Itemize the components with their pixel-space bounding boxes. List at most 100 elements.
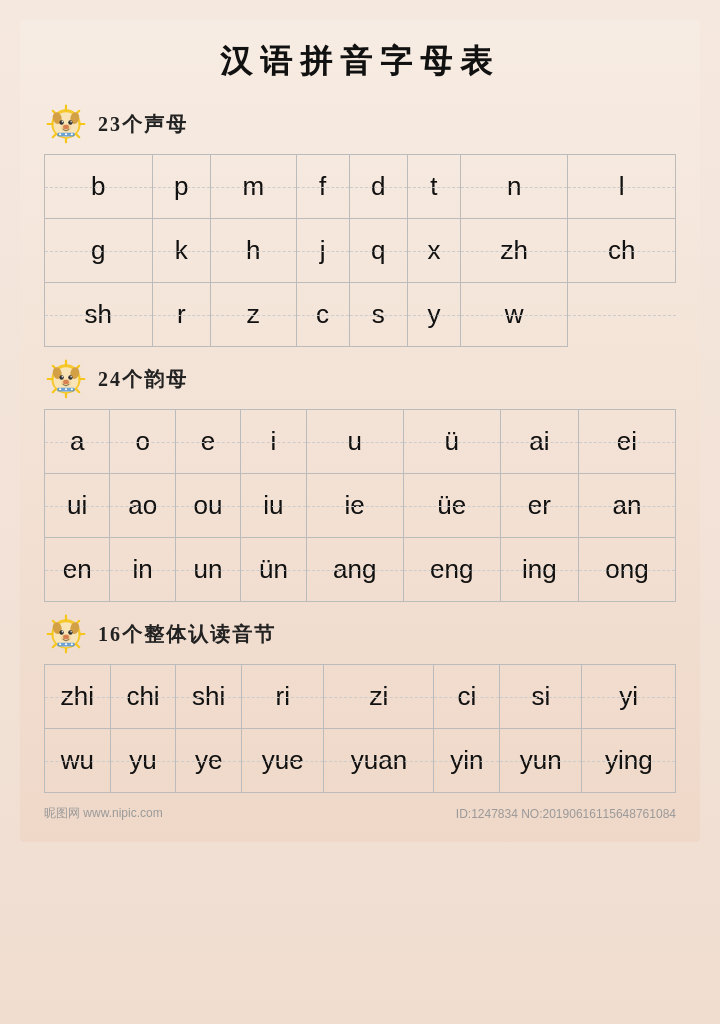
- watermark-left: 昵图网 www.nipic.com: [44, 805, 163, 822]
- svg-point-34: [59, 375, 63, 379]
- watermark-right: ID:1247834 NO:20190616115648761084: [456, 807, 676, 821]
- table-cell: s: [349, 283, 407, 347]
- table-cell: er: [500, 474, 578, 538]
- section-header-zhengti: 16个整体认读音节: [44, 612, 676, 656]
- table-row: eninunünangengingong: [45, 538, 676, 602]
- svg-point-13: [68, 120, 72, 124]
- table-cell: ri: [242, 665, 324, 729]
- svg-point-36: [62, 376, 63, 377]
- table-cell: f: [296, 155, 349, 219]
- table-cell: yuan: [324, 729, 434, 793]
- table-cell: yun: [500, 729, 582, 793]
- table-cell: n: [460, 155, 568, 219]
- table-cell: ci: [434, 665, 500, 729]
- table-cell: sh: [45, 283, 153, 347]
- table-cell: g: [45, 219, 153, 283]
- table-cell: e: [175, 410, 240, 474]
- table-cell: y: [407, 283, 460, 347]
- table-cell: d: [349, 155, 407, 219]
- table-cell: [568, 283, 676, 347]
- table-cell: p: [152, 155, 210, 219]
- table-cell: yin: [434, 729, 500, 793]
- table-row: shrzcsyw: [45, 283, 676, 347]
- table-cell: ui: [45, 474, 110, 538]
- svg-point-42: [65, 388, 67, 390]
- table-cell: ye: [176, 729, 242, 793]
- table-cell: ing: [500, 538, 578, 602]
- sun-dog-icon: [44, 612, 88, 656]
- watermark: 昵图网 www.nipic.com ID:1247834 NO:20190616…: [44, 805, 676, 822]
- table-cell: a: [45, 410, 110, 474]
- svg-point-19: [59, 133, 61, 135]
- table-cell: t: [407, 155, 460, 219]
- svg-point-43: [71, 388, 73, 390]
- table-cell: yue: [242, 729, 324, 793]
- table-cell: shi: [176, 665, 242, 729]
- section-header-yunmu: 24个韵母: [44, 357, 676, 401]
- table-cell: in: [110, 538, 175, 602]
- table-cell: o: [110, 410, 175, 474]
- svg-point-17: [61, 124, 71, 131]
- section-label-zhengti: 16个整体认读音节: [98, 621, 276, 648]
- table-cell: un: [175, 538, 240, 602]
- table-row: zhichishirizicisiyi: [45, 665, 676, 729]
- table-shengmu: bpmfdtnlgkhjqxzhchshrzcsyw: [44, 154, 676, 347]
- table-row: uiaoouiuieüeeran: [45, 474, 676, 538]
- table-cell: ie: [306, 474, 403, 538]
- svg-point-65: [71, 643, 73, 645]
- table-cell: zhi: [45, 665, 111, 729]
- svg-point-58: [62, 631, 63, 632]
- table-cell: w: [460, 283, 568, 347]
- table-cell: zh: [460, 219, 568, 283]
- table-cell: zi: [324, 665, 434, 729]
- svg-line-30: [53, 389, 57, 393]
- svg-point-41: [59, 388, 61, 390]
- svg-point-64: [65, 643, 67, 645]
- svg-point-21: [71, 133, 73, 135]
- table-cell: r: [152, 283, 210, 347]
- table-cell: eng: [403, 538, 500, 602]
- table-cell: yu: [110, 729, 176, 793]
- table-cell: b: [45, 155, 153, 219]
- table-cell: l: [568, 155, 676, 219]
- section-label-yunmu: 24个韵母: [98, 366, 188, 393]
- table-cell: yi: [582, 665, 676, 729]
- table-cell: an: [578, 474, 675, 538]
- table-cell: c: [296, 283, 349, 347]
- table-cell: iu: [241, 474, 306, 538]
- table-row: gkhjqxzhch: [45, 219, 676, 283]
- page-container: 汉语拼音字母表 23个声母bpmfdtnlgkhjqxzhchshr: [20, 20, 700, 842]
- svg-point-61: [61, 634, 71, 641]
- svg-point-20: [65, 133, 67, 135]
- svg-point-59: [70, 631, 71, 632]
- page-title: 汉语拼音字母表: [44, 40, 676, 84]
- table-cell: ying: [582, 729, 676, 793]
- table-cell: ou: [175, 474, 240, 538]
- svg-line-52: [53, 644, 57, 648]
- table-yunmu: aoeiu üaieiuiaoouiuieüeeraneninunünangeng…: [44, 409, 676, 602]
- svg-line-50: [76, 644, 80, 648]
- table-cell: üe: [403, 474, 500, 538]
- svg-point-35: [68, 375, 72, 379]
- table-cell: ü: [403, 410, 500, 474]
- svg-point-39: [61, 379, 71, 386]
- table-cell: ang: [306, 538, 403, 602]
- table-cell: ai: [500, 410, 578, 474]
- table-cell: wu: [45, 729, 111, 793]
- table-cell: en: [45, 538, 110, 602]
- svg-point-37: [70, 376, 71, 377]
- table-cell: chi: [110, 665, 176, 729]
- sun-dog-icon: [44, 357, 88, 401]
- table-cell: si: [500, 665, 582, 729]
- table-cell: j: [296, 219, 349, 283]
- table-cell: ei: [578, 410, 675, 474]
- svg-point-14: [62, 121, 63, 122]
- table-cell: q: [349, 219, 407, 283]
- table-cell: x: [407, 219, 460, 283]
- table-cell: m: [210, 155, 296, 219]
- table-cell: ong: [578, 538, 675, 602]
- svg-point-12: [59, 120, 63, 124]
- table-row: wuyuyeyueyuanyinyunying: [45, 729, 676, 793]
- table-cell: ün: [241, 538, 306, 602]
- table-cell: u: [306, 410, 403, 474]
